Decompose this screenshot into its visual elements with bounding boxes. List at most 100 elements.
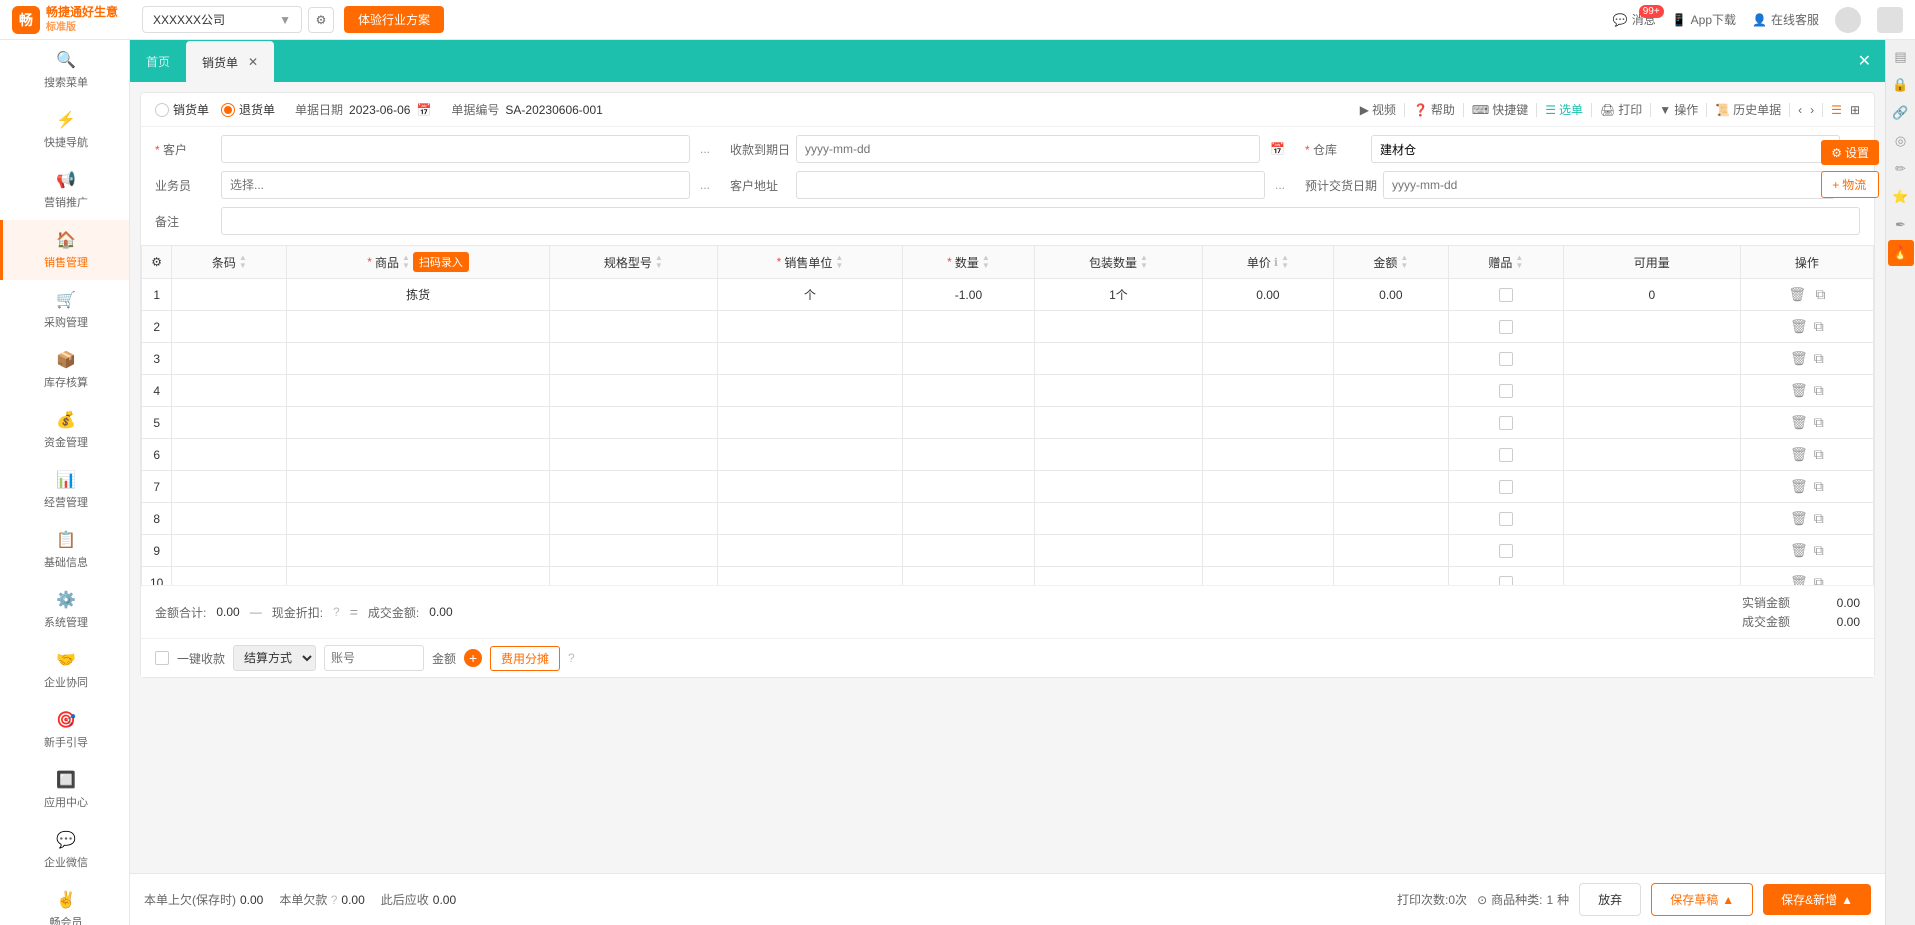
copy-btn[interactable]: ⧉ bbox=[1814, 478, 1824, 494]
sidebar-item-guide[interactable]: 🎯 新手引导 bbox=[0, 700, 129, 760]
tab-close-icon[interactable]: ✕ bbox=[248, 55, 258, 69]
copy-btn[interactable]: ⧉ bbox=[1814, 574, 1824, 585]
save-new-button[interactable]: 保存&新增 ▲ bbox=[1763, 884, 1871, 915]
delete-row-1-btn[interactable]: 🗑 bbox=[1788, 286, 1806, 302]
rp-icon-4[interactable]: ◎ bbox=[1888, 128, 1914, 154]
sidebar-item-inventory[interactable]: 📦 库存核算 bbox=[0, 340, 129, 400]
calendar-icon[interactable]: 📅 bbox=[416, 103, 431, 117]
row-qty-1[interactable]: -1.00 bbox=[902, 279, 1034, 311]
sidebar-item-quick-nav[interactable]: ⚡ 快捷导航 bbox=[0, 100, 129, 160]
copy-btn[interactable]: ⧉ bbox=[1814, 542, 1824, 558]
company-selector[interactable]: XXXXXX公司 ▼ bbox=[142, 6, 302, 33]
settings-form-button[interactable]: ⚙ 设置 bbox=[1821, 140, 1879, 165]
amount-sort[interactable]: ▲▼ bbox=[1400, 254, 1408, 270]
payment-method-select[interactable]: 结算方式 bbox=[233, 645, 316, 671]
gift-cb[interactable] bbox=[1499, 352, 1513, 366]
rp-icon-7[interactable]: ✒ bbox=[1888, 212, 1914, 238]
rp-icon-1[interactable]: ▤ bbox=[1888, 44, 1914, 70]
unit-price-sort[interactable]: ▲▼ bbox=[1281, 254, 1289, 270]
tab-home[interactable]: 首页 bbox=[130, 40, 186, 82]
rp-icon-3[interactable]: 🔗 bbox=[1888, 100, 1914, 126]
delete-btn[interactable]: 🗑 bbox=[1790, 446, 1808, 462]
copy-btn[interactable]: ⧉ bbox=[1814, 350, 1824, 366]
payment-date-field[interactable] bbox=[805, 142, 1251, 156]
gift-sort[interactable]: ▲▼ bbox=[1515, 254, 1523, 270]
radio-return[interactable]: 退货单 bbox=[221, 101, 275, 118]
copy-btn[interactable]: ⧉ bbox=[1814, 446, 1824, 462]
product-sort[interactable]: ▲▼ bbox=[402, 254, 410, 270]
unit-sort[interactable]: ▲▼ bbox=[835, 254, 843, 270]
copy-btn[interactable]: ⧉ bbox=[1814, 510, 1824, 526]
logistics-button[interactable]: + 物流 bbox=[1821, 171, 1879, 198]
row-unit-1[interactable]: 个 bbox=[717, 279, 902, 311]
delete-btn[interactable]: 🗑 bbox=[1790, 574, 1808, 585]
row-amount-1[interactable]: 0.00 bbox=[1333, 279, 1448, 311]
sidebar-item-finance[interactable]: 💰 资金管理 bbox=[0, 400, 129, 460]
delete-btn[interactable]: 🗑 bbox=[1790, 510, 1808, 526]
row-gift-1[interactable] bbox=[1448, 279, 1563, 311]
customer-address-field[interactable] bbox=[805, 178, 1256, 192]
app-download-button[interactable]: 📱 App下载 bbox=[1672, 11, 1736, 28]
payment-date-calendar-icon[interactable]: 📅 bbox=[1270, 142, 1285, 156]
gift-cb[interactable] bbox=[1499, 384, 1513, 398]
notes-field[interactable] bbox=[230, 214, 1851, 228]
settings-button[interactable]: ⚙ bbox=[308, 7, 334, 33]
customer-address-dots[interactable]: ... bbox=[1275, 178, 1285, 192]
copy-btn[interactable]: ⧉ bbox=[1814, 382, 1824, 398]
sidebar-item-marketing[interactable]: 📢 营销推广 bbox=[0, 160, 129, 220]
delete-btn[interactable]: 🗑 bbox=[1790, 478, 1808, 494]
tool-pick[interactable]: ☰ 选单 bbox=[1545, 101, 1583, 118]
expense-help-icon[interactable]: ? bbox=[568, 651, 575, 665]
tool-prev[interactable]: ‹ bbox=[1798, 103, 1802, 117]
tool-shortcut[interactable]: ⌨ 快捷键 bbox=[1472, 101, 1528, 118]
radio-sales[interactable]: 销货单 bbox=[155, 101, 209, 118]
discard-button[interactable]: 放弃 bbox=[1579, 883, 1641, 916]
payment-date-input[interactable] bbox=[796, 135, 1260, 163]
customer-input[interactable] bbox=[221, 135, 690, 163]
scan-button[interactable]: 扫码录入 bbox=[413, 252, 469, 272]
tool-grid-view[interactable]: ⊞ bbox=[1850, 103, 1860, 117]
tab-sales-order[interactable]: 销货单 ✕ bbox=[186, 41, 274, 83]
rp-icon-6[interactable]: ⭐ bbox=[1888, 184, 1914, 210]
customer-address-input[interactable] bbox=[796, 171, 1265, 199]
user-avatar[interactable] bbox=[1835, 7, 1861, 33]
sidebar-item-purchase[interactable]: 🛒 采购管理 bbox=[0, 280, 129, 340]
col-header-settings[interactable]: ⚙ bbox=[142, 246, 172, 279]
tab-bar-close-btn[interactable]: ✕ bbox=[1844, 51, 1885, 71]
expense-split-button[interactable]: 费用分摊 bbox=[490, 646, 560, 671]
sidebar-item-business[interactable]: 📊 经营管理 bbox=[0, 460, 129, 520]
gift-cb[interactable] bbox=[1499, 480, 1513, 494]
copy-row-1-btn[interactable]: ⧉ bbox=[1815, 286, 1825, 302]
qty-sort[interactable]: ▲▼ bbox=[982, 254, 990, 270]
row-spec-1[interactable] bbox=[549, 279, 717, 311]
trial-button[interactable]: 体验行业方案 bbox=[344, 6, 444, 33]
delete-btn[interactable]: 🗑 bbox=[1790, 318, 1808, 334]
row-pack-qty-1[interactable]: 1个 bbox=[1034, 279, 1202, 311]
pack-qty-sort[interactable]: ▲▼ bbox=[1140, 254, 1148, 270]
total-debt-info-icon[interactable]: ? bbox=[331, 893, 338, 907]
delivery-date-field[interactable] bbox=[1392, 178, 1826, 192]
cash-discount-info[interactable]: ? bbox=[333, 605, 340, 619]
message-button[interactable]: 💬 消息 99+ bbox=[1613, 11, 1656, 28]
product-count-icon[interactable]: ⊙ bbox=[1477, 893, 1487, 907]
spec-sort[interactable]: ▲▼ bbox=[655, 254, 663, 270]
delete-btn[interactable]: 🗑 bbox=[1790, 414, 1808, 430]
sidebar-item-wechat[interactable]: 💬 企业微信 bbox=[0, 820, 129, 880]
sidebar-item-appstore[interactable]: 🔲 应用中心 bbox=[0, 760, 129, 820]
sidebar-item-member[interactable]: ✌️ 畅会员 bbox=[0, 880, 129, 925]
delivery-date-input[interactable] bbox=[1383, 171, 1835, 199]
salesperson-dots[interactable]: ... bbox=[700, 178, 710, 192]
barcode-sort[interactable]: ▲▼ bbox=[239, 254, 247, 270]
delete-btn[interactable]: 🗑 bbox=[1790, 382, 1808, 398]
salesperson-input-field[interactable] bbox=[230, 178, 681, 192]
tool-print[interactable]: 🖨 打印 bbox=[1600, 101, 1642, 118]
salesperson-input[interactable] bbox=[221, 171, 690, 199]
delete-btn[interactable]: 🗑 bbox=[1790, 350, 1808, 366]
tool-list-view[interactable]: ☰ bbox=[1831, 103, 1842, 117]
customer-dots[interactable]: ... bbox=[700, 142, 710, 156]
customer-input-field[interactable] bbox=[230, 142, 681, 156]
tool-video[interactable]: ▶ 视频 bbox=[1360, 101, 1396, 118]
one-click-checkbox[interactable] bbox=[155, 651, 169, 665]
unit-price-info-icon[interactable]: ℹ bbox=[1274, 256, 1278, 269]
user-menu-button[interactable] bbox=[1877, 7, 1903, 33]
